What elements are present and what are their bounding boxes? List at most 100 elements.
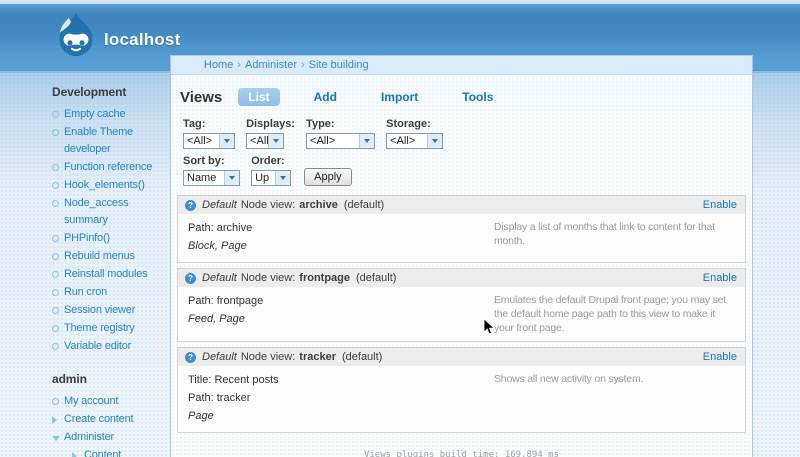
circle-bullet-icon [52, 111, 59, 118]
sidebar-item-session-viewer[interactable]: Session viewer [52, 302, 165, 319]
view-suffix: (default) [343, 199, 385, 211]
breadcrumb-separator: › [237, 59, 242, 71]
circle-bullet-icon [52, 235, 59, 242]
type-filter-select[interactable]: <All> [306, 133, 376, 149]
circle-bullet-icon [52, 289, 59, 296]
enable-link[interactable]: Enable [703, 351, 737, 363]
sidebar-item-node-access-summary[interactable]: Node_access summary [52, 195, 165, 229]
mouse-cursor [483, 318, 495, 335]
sidebar-item-empty-cache[interactable]: Empty cache [52, 106, 165, 123]
circle-bullet-icon [52, 343, 59, 350]
sidebar-item-administer[interactable]: Administer [52, 429, 165, 446]
breadcrumb: Home › Administer › Site building [171, 56, 752, 75]
chevron-down-icon [268, 134, 284, 148]
circle-bullet-icon [52, 200, 59, 207]
apply-button[interactable]: Apply [304, 168, 352, 186]
breadcrumb-link-administer[interactable]: Administer [245, 59, 297, 71]
tab-tools[interactable]: Tools [452, 88, 503, 106]
view-kind: Node view: [240, 351, 296, 363]
view-path: Path: tracker [188, 392, 251, 404]
help-icon[interactable]: ? [185, 199, 196, 211]
collapsed-menu-icon[interactable] [72, 452, 77, 457]
site-name[interactable]: localhost [104, 30, 180, 50]
drupal-droplet-icon [59, 13, 93, 57]
circle-bullet-icon [52, 164, 59, 171]
drupal-views-admin-page: localhost Development Empty cache Enable… [0, 0, 800, 457]
sidebar-item-run-cron[interactable]: Run cron [52, 284, 165, 301]
view-title: Title: Recent posts [188, 374, 279, 386]
view-row-archive: ? Default Node view: archive (default) E… [177, 195, 746, 263]
view-kind: Node view: [240, 272, 296, 284]
storage-filter-label: Storage: [386, 118, 431, 130]
view-kind: Node view: [240, 199, 296, 211]
view-suffix: (default) [341, 351, 383, 363]
collapsed-menu-icon[interactable] [52, 416, 57, 424]
circle-bullet-icon [52, 182, 59, 189]
expanded-menu-icon[interactable] [52, 436, 60, 441]
breadcrumb-separator: › [300, 59, 305, 71]
sidebar-item-create-content[interactable]: Create content [52, 411, 165, 428]
enable-link[interactable]: Enable [703, 199, 737, 211]
displays-filter-label: Displays: [246, 118, 295, 130]
view-displays: Page [188, 410, 214, 422]
view-displays: Feed, Page [188, 313, 245, 325]
sidebar-item-my-account[interactable]: My account [52, 393, 165, 410]
sidebar-section-title-admin: admin [52, 372, 87, 386]
tag-filter-select[interactable]: <All> [183, 133, 235, 149]
view-path: Path: archive [188, 222, 253, 234]
circle-bullet-icon [52, 129, 59, 136]
circle-bullet-icon [52, 253, 59, 260]
sort-by-label: Sort by: [183, 155, 225, 167]
type-filter-label: Type: [306, 118, 335, 130]
view-description: Display a list of months that link to co… [494, 221, 715, 247]
chevron-down-icon [359, 134, 375, 148]
view-description: Shows all new activity on system. [494, 373, 644, 385]
circle-bullet-icon [52, 398, 59, 405]
panel-content: Views List Add Import Tools Tag: <All> D… [171, 75, 752, 457]
view-row-frontpage: ? Default Node view: frontpage (default)… [177, 268, 746, 342]
build-time-stats: Views plugins build time: 169.894 ms Vie… [177, 449, 746, 457]
breadcrumb-link-site-building[interactable]: Site building [309, 59, 369, 71]
sidebar-item-rebuild-menus[interactable]: Rebuild menus [52, 248, 165, 265]
view-type: Default [202, 272, 237, 284]
view-suffix: (default) [356, 272, 397, 284]
view-type: Default [202, 351, 237, 363]
chevron-down-icon [224, 171, 239, 185]
storage-filter-select[interactable]: <All> [386, 133, 444, 149]
tab-add[interactable]: Add [304, 88, 347, 106]
breadcrumb-link-home[interactable]: Home [204, 59, 233, 71]
sidebar: Development Empty cache Enable Theme dev… [0, 73, 167, 457]
help-icon[interactable]: ? [185, 272, 196, 284]
views-filters: Tag: <All> Displays: <All> Type: <All> S… [183, 118, 746, 186]
view-name: tracker [299, 351, 336, 363]
chevron-down-icon [219, 134, 234, 148]
sidebar-item-content-management[interactable]: Content management [72, 447, 168, 457]
views-plugins-build-time: Views plugins build time: 169.894 ms [363, 450, 560, 457]
view-displays: Block, Page [188, 240, 247, 252]
view-name: archive [299, 199, 338, 211]
sidebar-item-phpinfo[interactable]: PHPinfo() [52, 230, 165, 247]
sidebar-item-theme-registry[interactable]: Theme registry [52, 320, 165, 337]
chevron-down-icon [427, 134, 443, 148]
order-label: Order: [251, 155, 285, 167]
sidebar-item-function-reference[interactable]: Function reference [52, 159, 165, 176]
view-description: Emulates the default Drupal front page; … [494, 294, 727, 334]
tab-import[interactable]: Import [371, 88, 428, 106]
sidebar-item-enable-theme-developer[interactable]: Enable Theme developer [52, 124, 165, 158]
view-name: frontpage [299, 272, 351, 284]
sort-by-select[interactable]: Name [183, 170, 240, 186]
circle-bullet-icon [52, 307, 59, 314]
sidebar-item-variable-editor[interactable]: Variable editor [52, 338, 165, 355]
circle-bullet-icon [52, 271, 59, 278]
help-icon[interactable]: ? [185, 351, 196, 363]
chevron-down-icon [275, 171, 291, 185]
sidebar-item-hook-elements[interactable]: Hook_elements() [52, 177, 165, 194]
view-type: Default [202, 199, 237, 211]
displays-filter-select[interactable]: <All> [246, 133, 285, 149]
sidebar-section-title-development: Development [52, 85, 127, 99]
sidebar-item-reinstall-modules[interactable]: Reinstall modules [52, 266, 165, 283]
order-select[interactable]: Up [251, 170, 292, 186]
tab-list[interactable]: List [238, 88, 280, 106]
circle-bullet-icon [52, 325, 59, 332]
enable-link[interactable]: Enable [703, 272, 737, 284]
